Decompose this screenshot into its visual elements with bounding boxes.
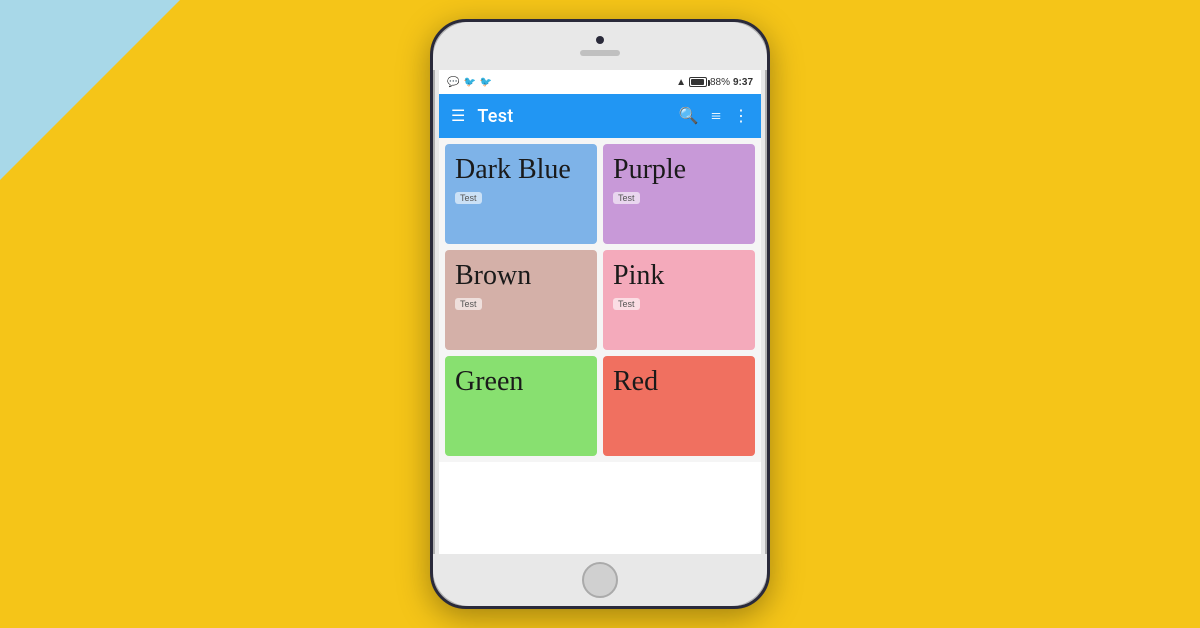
signal-icon: ▲ — [676, 77, 686, 88]
app-bar-title: Test — [477, 106, 667, 127]
card-dark-blue-tag: Test — [455, 192, 482, 204]
phone-body: 💬 🐦 🐦 ▲ 88% 9:37 ☰ Test 🔍 ≡ — [430, 19, 770, 609]
card-brown[interactable]: Brown Test — [445, 250, 597, 350]
card-dark-blue[interactable]: Dark Blue Test — [445, 144, 597, 244]
card-pink[interactable]: Pink Test — [603, 250, 755, 350]
phone-speaker — [580, 50, 620, 56]
cards-grid: Dark Blue Test Purple Test Brown Test Pi… — [439, 138, 761, 462]
card-green[interactable]: Green — [445, 356, 597, 456]
battery-icon — [689, 77, 707, 87]
card-purple[interactable]: Purple Test — [603, 144, 755, 244]
chat-status-icon: 💬 — [447, 77, 459, 88]
status-bar-right: ▲ 88% 9:37 — [676, 77, 753, 88]
card-red-title: Red — [613, 366, 745, 398]
app-bar: ☰ Test 🔍 ≡ ⋮ — [439, 94, 761, 138]
list-icon[interactable]: ≡ — [711, 106, 721, 127]
status-bar-left: 💬 🐦 🐦 — [447, 77, 492, 88]
phone-bottom-hardware — [433, 554, 767, 606]
phone-screen: 💬 🐦 🐦 ▲ 88% 9:37 ☰ Test 🔍 ≡ — [439, 70, 761, 554]
phone-top-hardware — [433, 22, 767, 70]
card-purple-title: Purple — [613, 154, 745, 186]
card-brown-tag: Test — [455, 298, 482, 310]
card-pink-tag: Test — [613, 298, 640, 310]
phone-mockup: 💬 🐦 🐦 ▲ 88% 9:37 ☰ Test 🔍 ≡ — [430, 19, 770, 609]
card-pink-title: Pink — [613, 260, 745, 292]
time-display: 9:37 — [733, 77, 753, 88]
menu-icon[interactable]: ☰ — [451, 106, 465, 126]
search-icon[interactable]: 🔍 — [679, 106, 699, 126]
card-purple-tag: Test — [613, 192, 640, 204]
card-green-title: Green — [455, 366, 587, 398]
home-button[interactable] — [582, 562, 618, 598]
twitter-status-icon-2: 🐦 — [480, 77, 492, 88]
more-options-icon[interactable]: ⋮ — [733, 106, 749, 126]
phone-camera — [596, 36, 604, 44]
twitter-status-icon-1: 🐦 — [463, 77, 475, 88]
battery-percent: 88% — [710, 77, 730, 88]
card-red[interactable]: Red — [603, 356, 755, 456]
card-brown-title: Brown — [455, 260, 587, 292]
card-dark-blue-title: Dark Blue — [455, 154, 587, 186]
status-bar: 💬 🐦 🐦 ▲ 88% 9:37 — [439, 70, 761, 94]
